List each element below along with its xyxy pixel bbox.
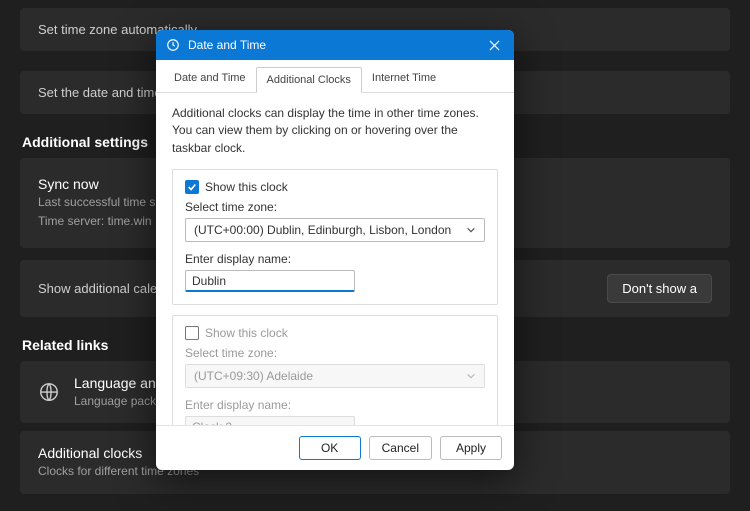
clock1-timezone-value: (UTC+00:00) Dublin, Edinburgh, Lisbon, L… [194, 223, 451, 237]
lang-sub: Language packs [74, 393, 164, 410]
date-time-dialog: Date and Time Date and Time Additional C… [156, 30, 514, 470]
clock1-show-label: Show this clock [205, 180, 288, 194]
clock1-display-name-value: Dublin [192, 274, 226, 288]
clock1-display-name-input[interactable]: Dublin [185, 270, 355, 292]
dialog-description: Additional clocks can display the time i… [172, 105, 498, 157]
clock1-tz-label: Select time zone: [185, 200, 485, 214]
close-button[interactable] [484, 35, 504, 55]
clock1-name-label: Enter display name: [185, 252, 485, 266]
tab-additional-clocks[interactable]: Additional Clocks [256, 67, 362, 93]
clock2-show-label: Show this clock [205, 326, 288, 340]
lang-title: Language and [74, 375, 164, 391]
dialog-footer: OK Cancel Apply [156, 425, 514, 470]
clock1-timezone-select[interactable]: (UTC+00:00) Dublin, Edinburgh, Lisbon, L… [185, 218, 485, 242]
row-show-cal-label: Show additional calen [38, 281, 164, 296]
dialog-title: Date and Time [188, 38, 266, 52]
globe-icon [38, 381, 60, 403]
chevron-down-icon [466, 371, 476, 381]
dialog-titlebar[interactable]: Date and Time [156, 30, 514, 60]
tab-internet-time[interactable]: Internet Time [362, 66, 446, 92]
clock1-group: Show this clock Select time zone: (UTC+0… [172, 169, 498, 305]
dialog-tabs: Date and Time Additional Clocks Internet… [156, 60, 514, 93]
close-icon [489, 40, 500, 51]
clock2-display-name-input[interactable]: Clock 2 [185, 416, 355, 425]
row-set-datetime-label: Set the date and time [38, 85, 162, 100]
dont-show-label: Don't show a [622, 281, 697, 296]
clock1-show-checkbox[interactable] [185, 180, 199, 194]
clock2-timezone-value: (UTC+09:30) Adelaide [194, 369, 313, 383]
apply-button[interactable]: Apply [440, 436, 502, 460]
check-icon [187, 182, 197, 192]
clock2-name-label: Enter display name: [185, 398, 485, 412]
clock2-tz-label: Select time zone: [185, 346, 485, 360]
clock2-timezone-select[interactable]: (UTC+09:30) Adelaide [185, 364, 485, 388]
tab-date-time[interactable]: Date and Time [164, 66, 256, 92]
cancel-button[interactable]: Cancel [369, 436, 432, 460]
dont-show-dropdown[interactable]: Don't show a [607, 274, 712, 303]
clock-icon [166, 38, 180, 52]
clock2-group: Show this clock Select time zone: (UTC+0… [172, 315, 498, 425]
clock2-show-checkbox[interactable] [185, 326, 199, 340]
ok-button[interactable]: OK [299, 436, 361, 460]
dialog-body: Additional clocks can display the time i… [156, 93, 514, 425]
chevron-down-icon [466, 225, 476, 235]
